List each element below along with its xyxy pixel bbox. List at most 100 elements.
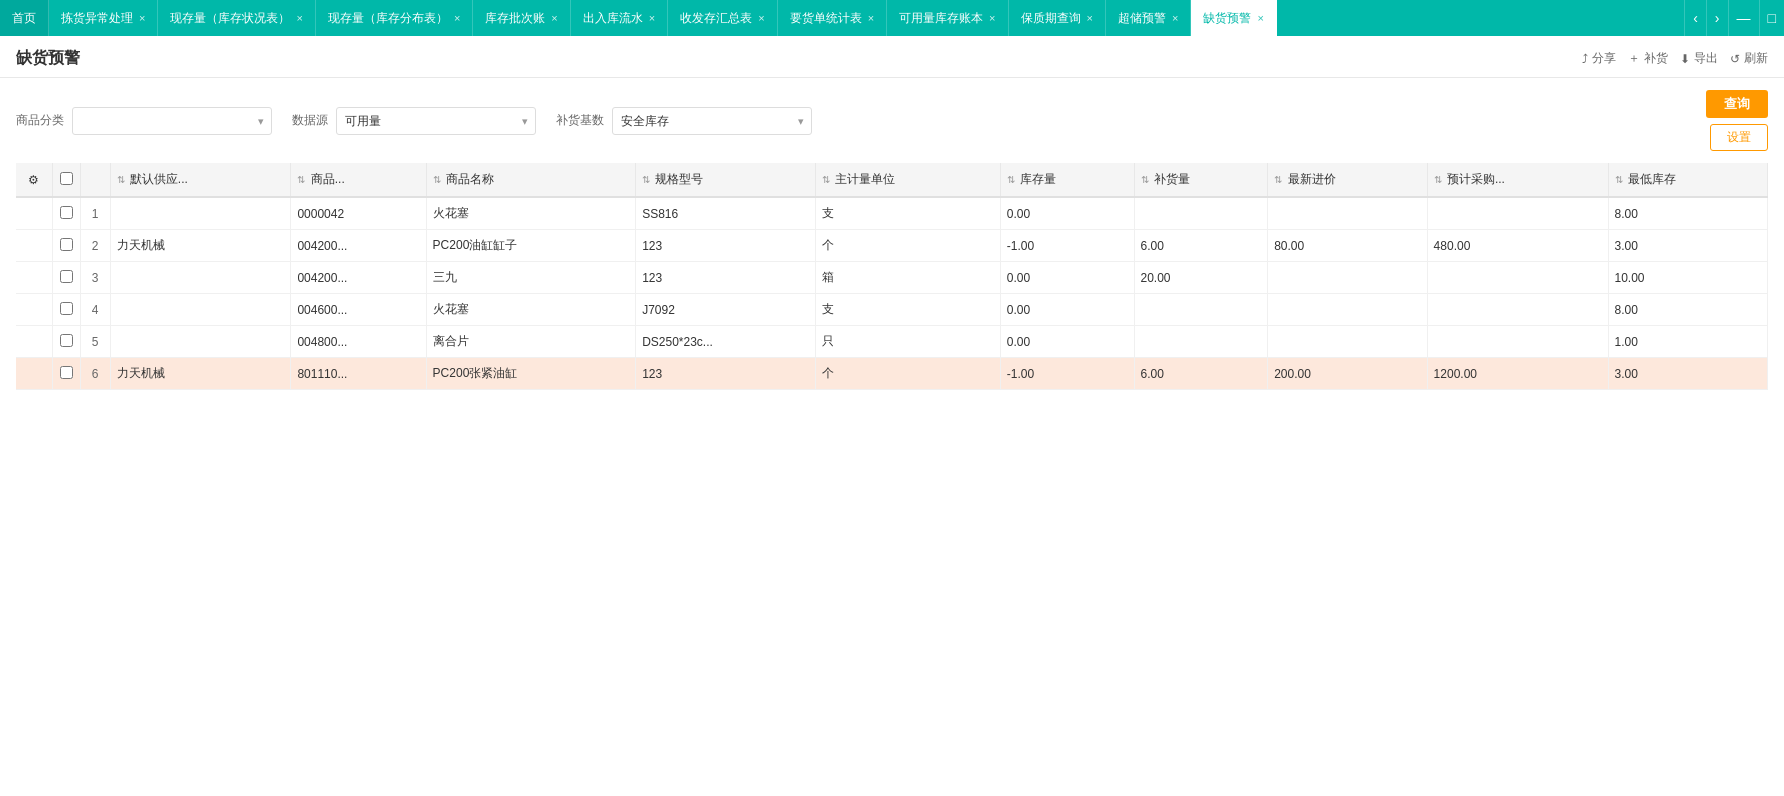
share-button[interactable]: ⤴ 分享 <box>1582 50 1616 67</box>
tab-3-close[interactable]: × <box>454 12 460 24</box>
export-icon: ⬇ <box>1680 52 1690 66</box>
filter-row: 商品分类 数据源 可用量 补货基数 <box>0 78 1784 163</box>
col-latest-price[interactable]: ⇅ 最新进价 <box>1268 163 1427 197</box>
row-product-code-4: 004800... <box>291 326 426 358</box>
row-check-3 <box>52 294 80 326</box>
sort-arrow-icon10: ⇅ <box>1615 174 1623 185</box>
row-est-purchase-4 <box>1427 326 1608 358</box>
gear-icon[interactable]: ⚙ <box>28 173 39 187</box>
tab-6-close[interactable]: × <box>758 12 764 24</box>
tab-home[interactable]: 首页 <box>0 0 49 36</box>
tab-1-close[interactable]: × <box>139 12 145 24</box>
sort-arrow-icon2: ⇅ <box>297 174 305 185</box>
tab-4[interactable]: 库存批次账 × <box>473 0 570 36</box>
tab-2-label: 现存量（库存状况表） <box>170 10 290 27</box>
tab-8[interactable]: 可用量库存账本 × <box>887 0 1008 36</box>
tab-10[interactable]: 超储预警 × <box>1106 0 1191 36</box>
tab-8-close[interactable]: × <box>989 12 995 24</box>
col-latest-price-label: 最新进价 <box>1288 172 1336 186</box>
tab-11-close[interactable]: × <box>1257 12 1263 24</box>
row-latest-price-5: 200.00 <box>1268 358 1427 390</box>
tab-5-close[interactable]: × <box>649 12 655 24</box>
row-num-1: 2 <box>80 230 110 262</box>
row-checkbox-2[interactable] <box>60 270 73 283</box>
tab-9[interactable]: 保质期查询 × <box>1009 0 1106 36</box>
tab-1-label: 拣货异常处理 <box>61 10 133 27</box>
export-button[interactable]: ⬇ 导出 <box>1680 50 1718 67</box>
row-checkbox-0[interactable] <box>60 206 73 219</box>
col-min-stock[interactable]: ⇅ 最低库存 <box>1608 163 1767 197</box>
base-select-wrapper: 安全库存 <box>612 107 812 135</box>
replenish-button[interactable]: ＋ 补货 <box>1628 50 1668 67</box>
tab-7[interactable]: 要货单统计表 × <box>778 0 887 36</box>
row-spec-2: 123 <box>636 262 816 294</box>
tab-3-label: 现存量（库存分布表） <box>328 10 448 27</box>
row-checkbox-3[interactable] <box>60 302 73 315</box>
sort-arrow-icon9: ⇅ <box>1434 174 1442 185</box>
col-supplier-label: 默认供应... <box>130 172 188 186</box>
row-checkbox-4[interactable] <box>60 334 73 347</box>
tab-10-label: 超储预警 <box>1118 10 1166 27</box>
tab-2[interactable]: 现存量（库存状况表） × <box>158 0 315 36</box>
table-row: 3 004200... 三九 123 箱 0.00 20.00 10.00 <box>16 262 1768 294</box>
col-spec-label: 规格型号 <box>655 172 703 186</box>
tab-4-close[interactable]: × <box>551 12 557 24</box>
tab-10-close[interactable]: × <box>1172 12 1178 24</box>
col-product-name[interactable]: ⇅ 商品名称 <box>426 163 636 197</box>
tab-2-close[interactable]: × <box>296 12 302 24</box>
tab-1[interactable]: 拣货异常处理 × <box>49 0 158 36</box>
row-unit-4: 只 <box>815 326 1000 358</box>
query-button[interactable]: 查询 <box>1706 90 1768 118</box>
row-gear-2 <box>16 262 52 294</box>
base-select[interactable]: 安全库存 <box>612 107 812 135</box>
settings-button[interactable]: 设置 <box>1710 124 1768 151</box>
category-select[interactable] <box>72 107 272 135</box>
col-supplier[interactable]: ⇅ 默认供应... <box>110 163 291 197</box>
tab-maximize-button[interactable]: □ <box>1759 0 1784 36</box>
export-label: 导出 <box>1694 50 1718 67</box>
tab-11[interactable]: 缺货预警 × <box>1191 0 1276 36</box>
row-min-stock-1: 3.00 <box>1608 230 1767 262</box>
col-stock[interactable]: ⇅ 库存量 <box>1000 163 1134 197</box>
col-product-code[interactable]: ⇅ 商品... <box>291 163 426 197</box>
row-checkbox-5[interactable] <box>60 366 73 379</box>
row-est-purchase-3 <box>1427 294 1608 326</box>
row-unit-5: 个 <box>815 358 1000 390</box>
row-latest-price-2 <box>1268 262 1427 294</box>
datasource-select[interactable]: 可用量 <box>336 107 536 135</box>
tab-3[interactable]: 现存量（库存分布表） × <box>316 0 473 36</box>
row-check-5 <box>52 358 80 390</box>
col-unit[interactable]: ⇅ 主计量单位 <box>815 163 1000 197</box>
tab-11-label: 缺货预警 <box>1203 10 1251 27</box>
select-all-checkbox[interactable] <box>60 172 73 185</box>
row-stock-2: 0.00 <box>1000 262 1134 294</box>
col-check <box>52 163 80 197</box>
col-est-purchase[interactable]: ⇅ 预计采购... <box>1427 163 1608 197</box>
share-icon: ⤴ <box>1582 52 1588 66</box>
row-product-code-5: 801110... <box>291 358 426 390</box>
tab-4-label: 库存批次账 <box>485 10 545 27</box>
row-product-code-0: 0000042 <box>291 197 426 230</box>
tab-6-label: 收发存汇总表 <box>680 10 752 27</box>
tab-nav-buttons: ‹ › — □ <box>1684 0 1784 36</box>
row-supplier-1: 力天机械 <box>110 230 291 262</box>
tab-prev-button[interactable]: ‹ <box>1684 0 1706 36</box>
tab-5[interactable]: 出入库流水 × <box>571 0 668 36</box>
row-check-0 <box>52 197 80 230</box>
col-num <box>80 163 110 197</box>
col-spec[interactable]: ⇅ 规格型号 <box>636 163 816 197</box>
col-replenish[interactable]: ⇅ 补货量 <box>1134 163 1268 197</box>
row-product-name-5: PC200张紧油缸 <box>426 358 636 390</box>
tab-next-button[interactable]: › <box>1706 0 1728 36</box>
tab-6[interactable]: 收发存汇总表 × <box>668 0 777 36</box>
row-stock-3: 0.00 <box>1000 294 1134 326</box>
tab-minimize-button[interactable]: — <box>1728 0 1759 36</box>
row-spec-1: 123 <box>636 230 816 262</box>
tab-9-close[interactable]: × <box>1087 12 1093 24</box>
tab-7-close[interactable]: × <box>868 12 874 24</box>
row-est-purchase-5: 1200.00 <box>1427 358 1608 390</box>
col-gear[interactable]: ⚙ <box>16 163 52 197</box>
refresh-button[interactable]: ↺ 刷新 <box>1730 50 1768 67</box>
row-checkbox-1[interactable] <box>60 238 73 251</box>
datasource-filter-group: 数据源 可用量 <box>292 107 536 135</box>
